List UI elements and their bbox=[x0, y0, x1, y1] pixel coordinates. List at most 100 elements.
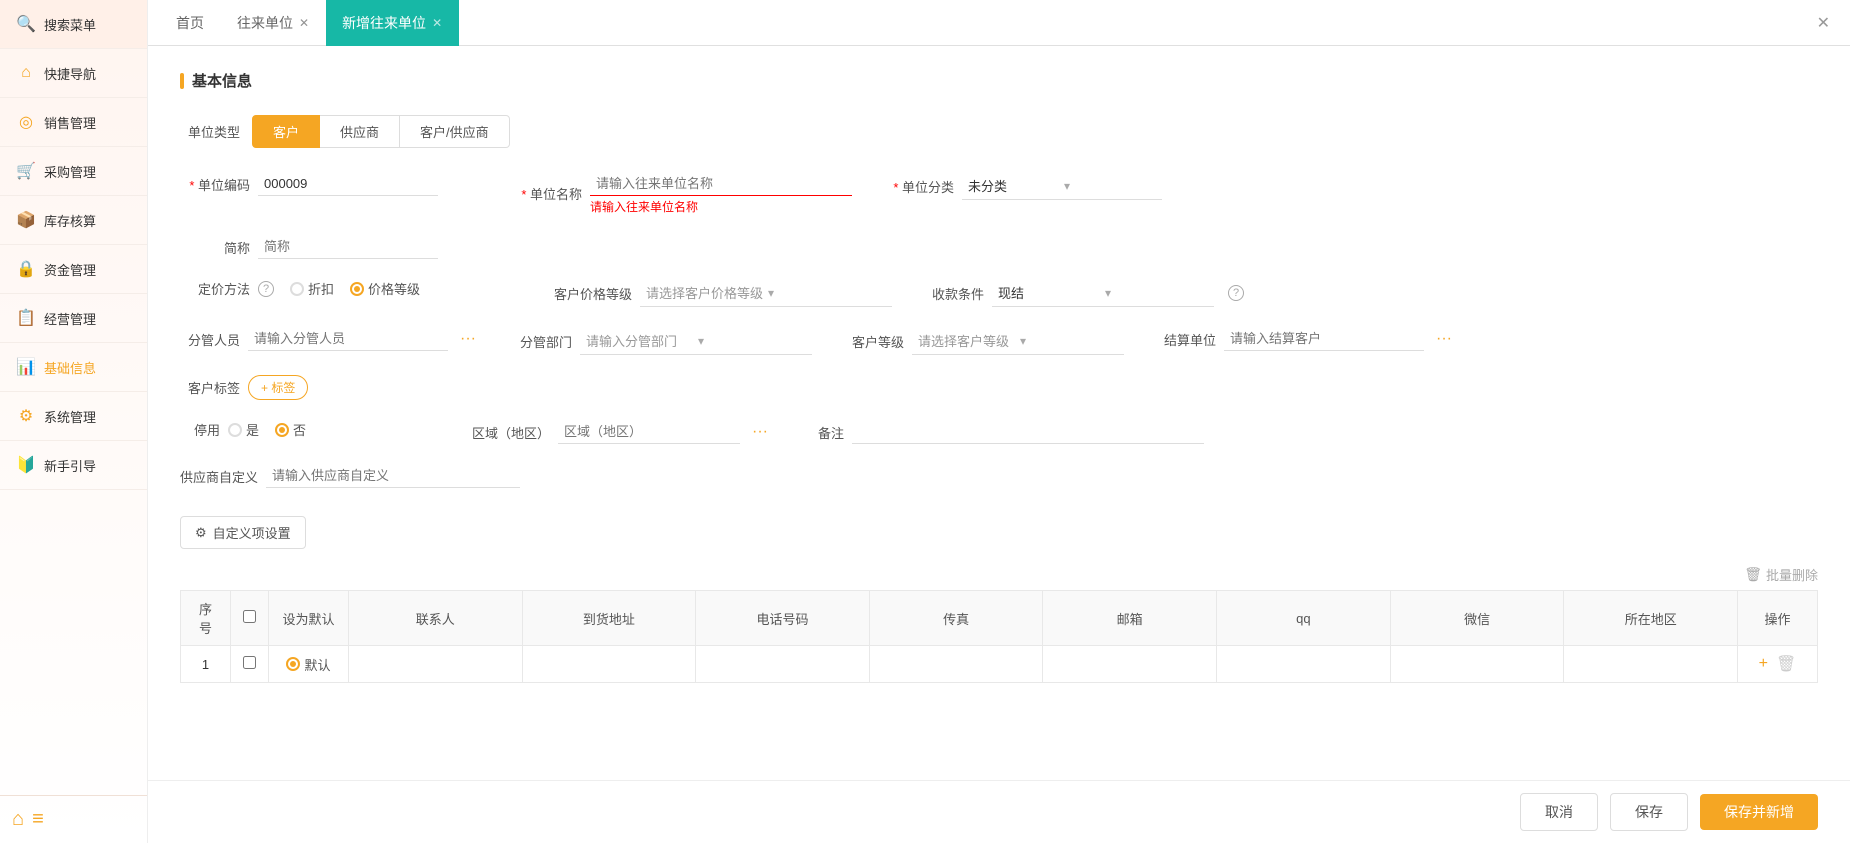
customer-price-level-select[interactable]: 请选择客户价格等级 ▾ bbox=[640, 279, 892, 307]
price-level-arrow: ▾ bbox=[768, 286, 886, 300]
row-default-radio-item[interactable]: 默认 bbox=[281, 655, 336, 674]
customer-level-label: 客户等级 bbox=[844, 332, 904, 351]
customer-tag-btn[interactable]: + 标签 bbox=[248, 375, 308, 400]
unit-info-row: 单位编码 单位名称 请输入往来单位名称 单位分类 未分类 ▾ bbox=[180, 172, 1818, 215]
row-email-input[interactable] bbox=[1055, 657, 1204, 672]
department-select[interactable]: 请输入分管部门 ▾ bbox=[580, 327, 812, 355]
row-qq-input[interactable] bbox=[1229, 657, 1378, 672]
cancel-button[interactable]: 取消 bbox=[1520, 793, 1598, 831]
sidebar-item-guide[interactable]: 🔰 新手引导 bbox=[0, 441, 147, 490]
custom-settings-button[interactable]: ⚙ 自定义项设置 bbox=[180, 516, 306, 549]
short-name-input[interactable] bbox=[258, 235, 438, 259]
system-icon: ⚙ bbox=[16, 406, 36, 426]
disable-radio-group: 是 否 bbox=[228, 420, 306, 439]
select-all-checkbox[interactable] bbox=[243, 610, 256, 623]
unit-code-input[interactable] bbox=[258, 172, 438, 196]
unit-type-label: 单位类型 bbox=[180, 122, 240, 141]
col-email: 邮箱 bbox=[1043, 591, 1217, 646]
save-button[interactable]: 保存 bbox=[1610, 793, 1688, 831]
row-area-input[interactable] bbox=[1576, 657, 1725, 672]
batch-delete-area: 🗑 批量删除 bbox=[180, 565, 1818, 584]
row-fax-input[interactable] bbox=[882, 657, 1031, 672]
settlement-unit-dots[interactable]: ··· bbox=[1432, 330, 1456, 348]
department-arrow: ▾ bbox=[698, 334, 806, 348]
customer-level-select[interactable]: 请选择客户等级 ▾ bbox=[912, 327, 1124, 355]
supervisor-field: 分管人员 ··· bbox=[180, 327, 480, 351]
area-field: 区域（地区） ··· bbox=[472, 420, 772, 444]
payment-terms-select[interactable]: 现结 ▾ bbox=[992, 279, 1214, 307]
payment-terms-help-icon[interactable]: ? bbox=[1228, 285, 1244, 301]
type-btn-both[interactable]: 客户/供应商 bbox=[400, 115, 510, 148]
settlement-unit-field: 结算单位 ··· bbox=[1156, 327, 1456, 351]
pricing-level-radio bbox=[350, 282, 364, 296]
row-wechat-input[interactable] bbox=[1403, 657, 1552, 672]
row-actions: + 🗑 bbox=[1750, 654, 1805, 674]
unit-category-select[interactable]: 未分类 ▾ bbox=[962, 172, 1162, 200]
guide-icon: 🔰 bbox=[16, 455, 36, 475]
pricing-help-icon[interactable]: ? bbox=[258, 281, 274, 297]
row-address-input[interactable] bbox=[535, 657, 684, 672]
notes-label: 备注 bbox=[804, 423, 844, 442]
row-contact-cell bbox=[349, 646, 523, 683]
supervisor-dots[interactable]: ··· bbox=[456, 330, 480, 348]
row-add-btn[interactable]: + bbox=[1759, 655, 1768, 673]
sidebar-item-quick-nav[interactable]: ⌂ 快捷导航 bbox=[0, 49, 147, 98]
unit-name-field: 单位名称 请输入往来单位名称 bbox=[512, 172, 852, 215]
supervisor-input[interactable] bbox=[248, 327, 448, 351]
disable-no[interactable]: 否 bbox=[275, 420, 306, 439]
settlement-unit-input[interactable] bbox=[1224, 327, 1424, 351]
sidebar-item-finance[interactable]: 🔒 资金管理 bbox=[0, 245, 147, 294]
row-default-cell: 默认 bbox=[269, 646, 349, 683]
unit-category-label: 单位分类 bbox=[884, 177, 954, 196]
tab-home[interactable]: 首页 bbox=[160, 0, 221, 46]
pricing-method-label: 定价方法 bbox=[180, 279, 250, 298]
disable-yes[interactable]: 是 bbox=[228, 420, 259, 439]
sidebar-house-icon[interactable]: ⌂ bbox=[12, 808, 24, 831]
sidebar-item-purchase[interactable]: 🛒 采购管理 bbox=[0, 147, 147, 196]
row-wechat-cell bbox=[1390, 646, 1564, 683]
operations-icon: 📋 bbox=[16, 308, 36, 328]
pricing-radio-group: 折扣 价格等级 bbox=[290, 279, 420, 298]
row-checkbox[interactable] bbox=[243, 656, 256, 669]
type-btn-customer[interactable]: 客户 bbox=[252, 115, 320, 148]
supplier-custom-input[interactable] bbox=[266, 464, 520, 488]
unit-code-label: 单位编码 bbox=[180, 175, 250, 194]
customer-tags-field: 客户标签 + 标签 bbox=[180, 375, 308, 400]
col-fax: 传真 bbox=[869, 591, 1043, 646]
row-actions-cell: + 🗑 bbox=[1738, 646, 1818, 683]
sidebar-item-operations[interactable]: 📋 经营管理 bbox=[0, 294, 147, 343]
pricing-discount-option[interactable]: 折扣 bbox=[290, 279, 334, 298]
finance-icon: 🔒 bbox=[16, 259, 36, 279]
batch-delete-label[interactable]: 批量删除 bbox=[1766, 565, 1818, 584]
area-input[interactable] bbox=[558, 420, 740, 444]
unit-type-row: 单位类型 客户 供应商 客户/供应商 bbox=[180, 115, 1818, 148]
tab-new-contact[interactable]: 新增往来单位 ✕ bbox=[326, 0, 459, 46]
row-phone-input[interactable] bbox=[708, 657, 857, 672]
sidebar-menu-icon[interactable]: ≡ bbox=[32, 808, 44, 831]
notes-input[interactable] bbox=[852, 420, 1204, 444]
col-area: 所在地区 bbox=[1564, 591, 1738, 646]
table-row: 1 默认 bbox=[181, 646, 1818, 683]
tab-contacts[interactable]: 往来单位 ✕ bbox=[221, 0, 326, 46]
unit-category-arrow: ▾ bbox=[1064, 179, 1156, 193]
area-dots[interactable]: ··· bbox=[748, 423, 772, 441]
customer-price-level-field: 客户价格等级 请选择客户价格等级 ▾ bbox=[552, 279, 892, 307]
disable-yes-radio bbox=[228, 423, 242, 437]
row-contact-input[interactable] bbox=[361, 657, 510, 672]
contacts-table: 序号 设为默认 联系人 到货地址 电话号码 传真 邮箱 qq 微信 所在地区 操… bbox=[180, 590, 1818, 683]
sidebar-item-system[interactable]: ⚙ 系统管理 bbox=[0, 392, 147, 441]
purchase-icon: 🛒 bbox=[16, 161, 36, 181]
type-btn-supplier[interactable]: 供应商 bbox=[320, 115, 400, 148]
sidebar-item-search[interactable]: 🔍 搜索菜单 bbox=[0, 0, 147, 49]
sidebar-item-inventory[interactable]: 📦 库存核算 bbox=[0, 196, 147, 245]
pricing-level-option[interactable]: 价格等级 bbox=[350, 279, 420, 298]
row-delete-btn[interactable]: 🗑 bbox=[1776, 654, 1796, 674]
save-new-button[interactable]: 保存并新增 bbox=[1700, 794, 1818, 830]
row-index: 1 bbox=[181, 646, 231, 683]
sidebar-item-sales[interactable]: ◎ 销售管理 bbox=[0, 98, 147, 147]
unit-name-input[interactable] bbox=[590, 172, 852, 196]
tab-bar-close[interactable]: ✕ bbox=[1809, 13, 1838, 33]
sidebar-item-basic-info[interactable]: 📊 基础信息 bbox=[0, 343, 147, 392]
tab-new-contact-close[interactable]: ✕ bbox=[432, 16, 442, 30]
tab-contacts-close[interactable]: ✕ bbox=[299, 16, 309, 30]
